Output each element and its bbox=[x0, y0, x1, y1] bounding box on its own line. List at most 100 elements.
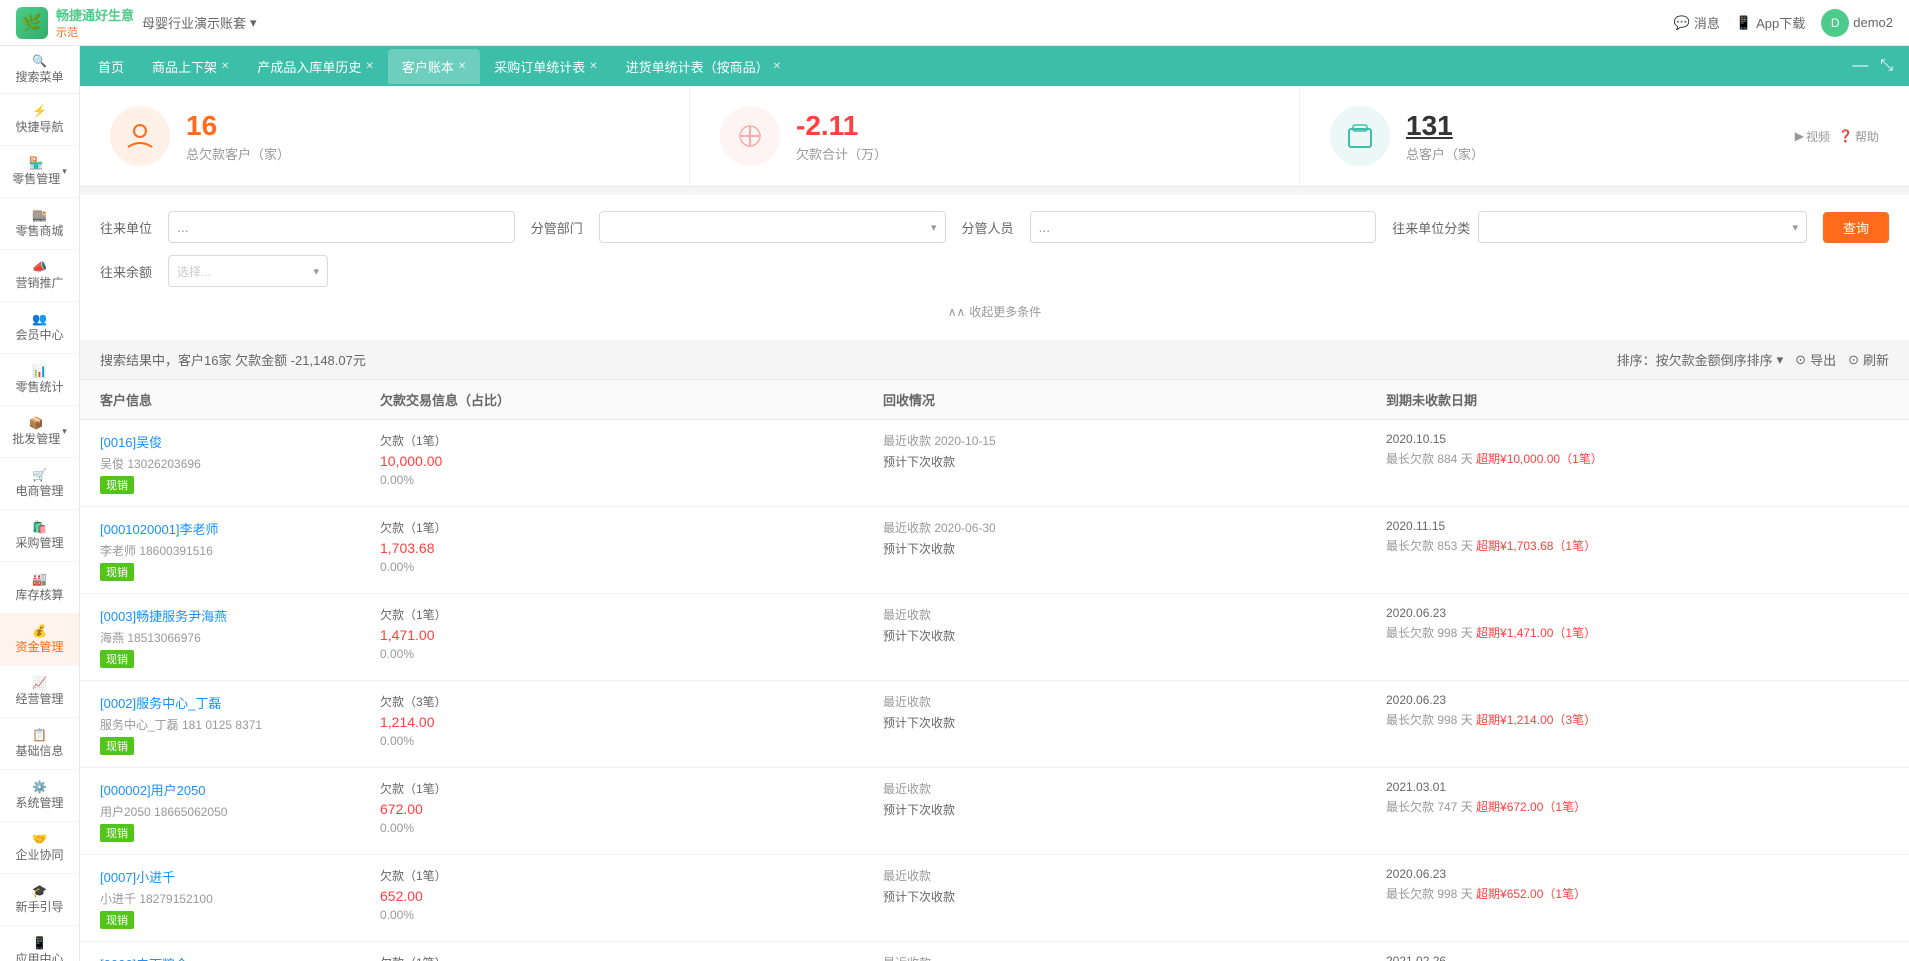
unit-category-select[interactable]: ▾ bbox=[1478, 211, 1807, 243]
debt-info-6: 欠款（1笔） 455.90 0.00% bbox=[380, 954, 883, 961]
debt-amount-2: 1,471.00 bbox=[380, 627, 883, 643]
balance-arrow-icon: ▾ bbox=[313, 265, 319, 278]
debt-info-5: 欠款（1笔） 652.00 0.00% bbox=[380, 867, 883, 929]
overdue-link-2[interactable]: 超期¥1,471.00（1笔） bbox=[1476, 626, 1596, 640]
overdue-link-3[interactable]: 超期¥1,214.00（3笔） bbox=[1476, 713, 1596, 727]
total-customers-value: 131 bbox=[1406, 110, 1484, 142]
sidebar-item-newbie[interactable]: 🎓 新手引导 bbox=[0, 874, 79, 926]
sidebar-item-ecommerce[interactable]: 🛒 电商管理 bbox=[0, 458, 79, 510]
tab-customer-account-close-icon[interactable]: ✕ bbox=[458, 61, 466, 72]
customer-name-5[interactable]: [0007]小进千 bbox=[100, 867, 380, 886]
sidebar-item-retail-mall[interactable]: 🏬 零售商城 bbox=[0, 198, 79, 250]
tab-maximize-btn[interactable]: ⤡ bbox=[1876, 55, 1897, 77]
customer-name-2[interactable]: [0003]畅捷服务尹海燕 bbox=[100, 606, 380, 625]
total-customers-label: 总客户（家） bbox=[1406, 144, 1484, 163]
tab-purchase-order-label: 采购订单统计表 bbox=[494, 57, 585, 76]
view-video-btn[interactable]: ▶ 视频 bbox=[1795, 128, 1830, 145]
tab-customer-account[interactable]: 客户账本 ✕ bbox=[388, 49, 480, 84]
query-button[interactable]: 查询 bbox=[1823, 212, 1889, 243]
collapse-more-btn[interactable]: ∧∧ 收起更多条件 bbox=[100, 299, 1889, 324]
table-body: [0016]吴俊 吴俊 13026203696 现销 欠款（1笔） 10,000… bbox=[80, 420, 1909, 961]
overdue-date-4: 2021.03.01 bbox=[1386, 780, 1889, 794]
overdue-info-2: 2020.06.23 最长欠款 998 天 超期¥1,471.00（1笔） bbox=[1386, 606, 1889, 668]
tab-product-shelf-close-icon[interactable]: ✕ bbox=[221, 61, 229, 72]
help-btn[interactable]: ❓ 帮助 bbox=[1838, 128, 1879, 145]
sidebar-item-member[interactable]: 👥 会员中心 bbox=[0, 302, 79, 354]
app-download-icon: 📱 bbox=[1736, 15, 1752, 31]
tab-purchase-stats[interactable]: 进货单统计表（按商品） ✕ bbox=[612, 49, 795, 84]
sidebar-item-enterprise[interactable]: 🤝 企业协同 bbox=[0, 822, 79, 874]
sort-select[interactable]: 排序：按欠款金额倒序排序 ▾ bbox=[1617, 350, 1784, 369]
sidebar-item-inventory[interactable]: 🏭 库存核算 bbox=[0, 562, 79, 614]
last-payment-6: 最近收款 bbox=[883, 954, 1386, 961]
avatar: D bbox=[1821, 9, 1849, 37]
help-icon: ❓ bbox=[1838, 129, 1853, 143]
customer-name-4[interactable]: [000002]用户2050 bbox=[100, 780, 380, 799]
results-summary: 搜索结果中，客户16家 欠款金额 -21,148.07元 bbox=[100, 350, 366, 369]
sidebar-item-system[interactable]: ⚙️ 系统管理 bbox=[0, 770, 79, 822]
customer-name-0[interactable]: [0016]吴俊 bbox=[100, 432, 380, 451]
retail-stat-icon: 📊 bbox=[4, 364, 75, 378]
message-btn[interactable]: 💬 消息 bbox=[1674, 13, 1720, 32]
tab-purchase-stats-label: 进货单统计表（按商品） bbox=[626, 57, 769, 76]
person-input[interactable]: ... bbox=[1030, 211, 1377, 243]
tab-home[interactable]: 首页 bbox=[84, 49, 138, 84]
sidebar-item-batch-mgmt[interactable]: 📦 批发管理 ▾ bbox=[0, 406, 79, 458]
customer-contact-2: 海燕 18513066976 bbox=[100, 629, 380, 646]
app-layout: 🔍 搜索菜单 ⚡ 快捷导航 🏪 零售管理 ▾ 🏬 零售商城 📣 营销推广 👥 会… bbox=[0, 46, 1909, 961]
overdue-link-5[interactable]: 超期¥652.00（1笔） bbox=[1476, 887, 1586, 901]
next-payment-0: 预计下次收款 bbox=[883, 453, 1386, 470]
sort-label: 排序：按欠款金额倒序排序 bbox=[1617, 350, 1773, 369]
purchase-icon: 🛍️ bbox=[4, 520, 75, 534]
sidebar-item-app-center[interactable]: 📱 应用中心 bbox=[0, 926, 79, 961]
help-label: 帮助 bbox=[1855, 128, 1879, 145]
overdue-link-4[interactable]: 超期¥672.00（1笔） bbox=[1476, 800, 1586, 814]
header-right: 💬 消息 📱 App下载 D demo2 bbox=[1674, 9, 1893, 37]
source-unit-input[interactable]: ... bbox=[168, 211, 515, 243]
customer-name-6[interactable]: [0006]去下粮仓 bbox=[100, 954, 380, 961]
source-unit-dots: ... bbox=[177, 219, 189, 235]
customer-contact-0: 吴俊 13026203696 bbox=[100, 455, 380, 472]
sidebar-item-purchase[interactable]: 🛍️ 采购管理 bbox=[0, 510, 79, 562]
sidebar-item-operations[interactable]: 📈 经营管理 bbox=[0, 666, 79, 718]
export-btn[interactable]: ⊙ 导出 bbox=[1795, 350, 1836, 369]
tab-purchase-stats-close-icon[interactable]: ✕ bbox=[773, 61, 781, 72]
company-selector[interactable]: 母婴行业演示账套 ▾ bbox=[142, 13, 257, 32]
overdue-link-1[interactable]: 超期¥1,703.68（1笔） bbox=[1476, 539, 1596, 553]
customer-info-3: [0002]服务中心_丁磊 服务中心_丁磊 181 0125 8371 现销 bbox=[100, 693, 380, 755]
debt-label-0: 欠款（1笔） bbox=[380, 432, 883, 449]
stat-debt-amount: -2.11 欠款合计（万） bbox=[690, 86, 1300, 186]
sidebar-item-marketing[interactable]: 📣 营销推广 bbox=[0, 250, 79, 302]
sidebar-search-btn[interactable]: 🔍 搜索菜单 bbox=[0, 46, 79, 94]
dept-select[interactable]: ▾ bbox=[599, 211, 946, 243]
customer-info-5: [0007]小进千 小进千 18279152100 现销 bbox=[100, 867, 380, 929]
app-download-btn[interactable]: 📱 App下载 bbox=[1736, 13, 1805, 32]
stat-card-actions: ▶ 视频 ❓ 帮助 bbox=[1795, 128, 1879, 145]
sidebar-item-retail-stat[interactable]: 📊 零售统计 bbox=[0, 354, 79, 406]
tab-minimize-btn[interactable]: — bbox=[1848, 55, 1872, 77]
next-payment-3: 预计下次收款 bbox=[883, 714, 1386, 731]
customer-name-3[interactable]: [0002]服务中心_丁磊 bbox=[100, 693, 380, 712]
tab-product-history[interactable]: 产成品入库单历史 ✕ bbox=[243, 49, 387, 84]
sidebar-item-basic-info[interactable]: 📋 基础信息 bbox=[0, 718, 79, 770]
customer-tag-4: 现销 bbox=[100, 824, 134, 842]
sidebar-item-retail-mgmt[interactable]: 🏪 零售管理 ▾ bbox=[0, 146, 79, 198]
balance-select[interactable]: 选择... ▾ bbox=[168, 255, 328, 287]
tab-purchase-order-close-icon[interactable]: ✕ bbox=[589, 61, 597, 72]
next-payment-2: 预计下次收款 bbox=[883, 627, 1386, 644]
sidebar-item-quicknav[interactable]: ⚡ 快捷导航 bbox=[0, 94, 79, 146]
tab-product-shelf[interactable]: 商品上下架 ✕ bbox=[138, 49, 243, 84]
sidebar-item-finance[interactable]: 💰 资金管理 bbox=[0, 614, 79, 666]
debt-amount-info: -2.11 欠款合计（万） bbox=[796, 110, 887, 163]
overdue-link-0[interactable]: 超期¥10,000.00（1笔） bbox=[1476, 452, 1603, 466]
refresh-icon: ⊙ bbox=[1848, 352, 1859, 368]
customer-name-1[interactable]: [0001020001]李老师 bbox=[100, 519, 380, 538]
customer-info-2: [0003]畅捷服务尹海燕 海燕 18513066976 现销 bbox=[100, 606, 380, 668]
sidebar-operations-label: 经营管理 bbox=[4, 690, 75, 707]
tab-product-history-close-icon[interactable]: ✕ bbox=[365, 61, 373, 72]
refresh-btn[interactable]: ⊙ 刷新 bbox=[1848, 350, 1889, 369]
tab-purchase-order[interactable]: 采购订单统计表 ✕ bbox=[480, 49, 611, 84]
overdue-days-2: 最长欠款 998 天 超期¥1,471.00（1笔） bbox=[1386, 624, 1889, 641]
user-avatar-btn[interactable]: D demo2 bbox=[1821, 9, 1893, 37]
customer-tag-1: 现销 bbox=[100, 563, 134, 581]
